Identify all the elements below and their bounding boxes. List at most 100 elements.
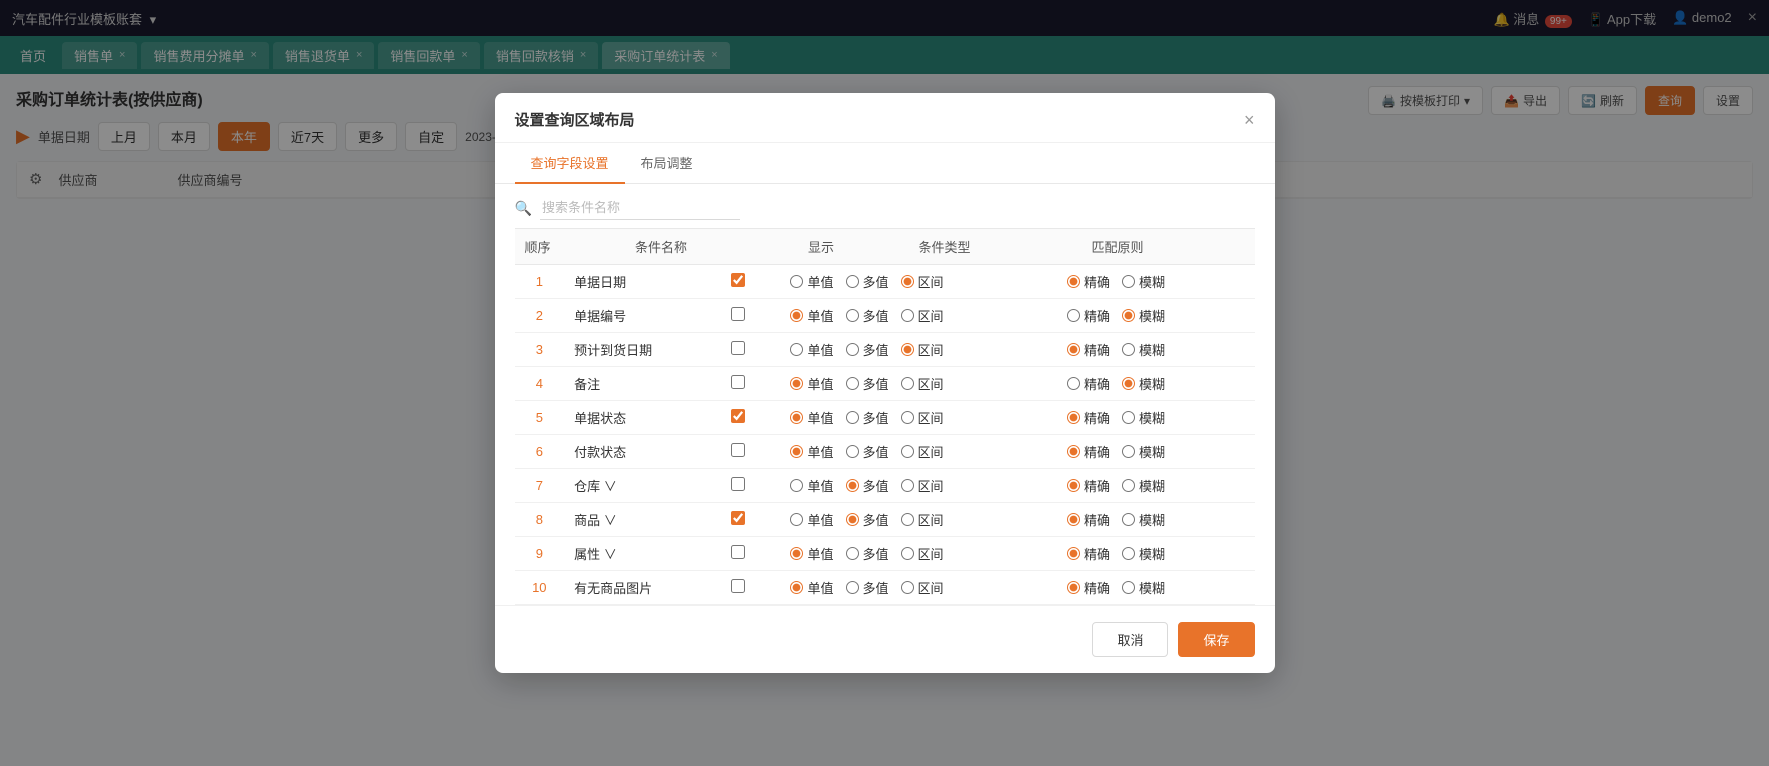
type-multi[interactable]: 多值	[846, 578, 889, 597]
match-fuzzy[interactable]: 模糊	[1122, 578, 1165, 597]
row-name: 有无商品图片	[564, 571, 721, 605]
display-checkbox[interactable]	[731, 273, 745, 287]
type-range[interactable]: 区间	[901, 544, 944, 563]
row-display[interactable]	[721, 537, 780, 571]
type-single[interactable]: 单值	[790, 510, 833, 529]
match-fuzzy[interactable]: 模糊	[1122, 476, 1165, 495]
display-checkbox[interactable]	[731, 409, 745, 423]
match-exact[interactable]: 精确	[1067, 510, 1110, 529]
match-fuzzy[interactable]: 模糊	[1122, 510, 1165, 529]
match-exact[interactable]: 精确	[1067, 442, 1110, 461]
type-range[interactable]: 区间	[901, 374, 944, 393]
row-display[interactable]	[721, 435, 780, 469]
modal-header: 设置查询区域布局 ×	[495, 93, 1275, 143]
row-display[interactable]	[721, 503, 780, 537]
type-single[interactable]: 单值	[790, 476, 833, 495]
save-button[interactable]: 保存	[1178, 622, 1254, 657]
type-range[interactable]: 区间	[901, 272, 944, 291]
table-row: 1 单据日期 单值 多值 区间	[515, 265, 1255, 299]
display-checkbox[interactable]	[731, 341, 745, 355]
row-display[interactable]	[721, 401, 780, 435]
match-exact[interactable]: 精确	[1067, 272, 1110, 291]
match-exact[interactable]: 精确	[1067, 374, 1110, 393]
type-range[interactable]: 区间	[901, 306, 944, 325]
row-display[interactable]	[721, 571, 780, 605]
display-checkbox[interactable]	[731, 307, 745, 321]
row-match: 精确 模糊	[1057, 537, 1254, 571]
display-checkbox[interactable]	[731, 579, 745, 593]
match-fuzzy[interactable]: 模糊	[1122, 544, 1165, 563]
row-display[interactable]	[721, 605, 780, 606]
field-table-scroll[interactable]: 1 单据日期 单值 多值 区间	[515, 265, 1255, 605]
row-display[interactable]	[721, 367, 780, 401]
row-match: 精确 模糊	[1057, 605, 1254, 606]
display-checkbox[interactable]	[731, 375, 745, 389]
match-exact[interactable]: 精确	[1067, 408, 1110, 427]
match-exact[interactable]: 精确	[1067, 544, 1110, 563]
type-single[interactable]: 单值	[790, 442, 833, 461]
type-multi[interactable]: 多值	[846, 340, 889, 359]
type-multi[interactable]: 多值	[846, 306, 889, 325]
modal-tab-fields[interactable]: 查询字段设置	[515, 143, 625, 184]
cancel-button[interactable]: 取消	[1092, 622, 1168, 657]
type-multi[interactable]: 多值	[846, 442, 889, 461]
type-multi[interactable]: 多值	[846, 374, 889, 393]
row-name: 来源单据日期	[564, 605, 721, 606]
row-match: 精确 模糊	[1057, 265, 1254, 299]
row-name: 付款状态	[564, 435, 721, 469]
type-single[interactable]: 单值	[790, 408, 833, 427]
type-single[interactable]: 单值	[790, 272, 833, 291]
type-single[interactable]: 单值	[790, 578, 833, 597]
match-exact[interactable]: 精确	[1067, 340, 1110, 359]
modal-body: 顺序 条件名称 显示 条件类型 匹配原则	[495, 228, 1275, 605]
type-single[interactable]: 单值	[790, 374, 833, 393]
display-checkbox[interactable]	[731, 511, 745, 525]
row-type: 单值 多值 区间	[780, 299, 1057, 333]
type-range[interactable]: 区间	[901, 578, 944, 597]
display-checkbox[interactable]	[731, 443, 745, 457]
modal-close-button[interactable]: ×	[1244, 111, 1255, 129]
row-name: 仓库 ∨	[564, 469, 721, 503]
row-type: 单值 多值 区间	[780, 435, 1057, 469]
row-order: 2	[515, 299, 565, 333]
search-input[interactable]	[540, 196, 740, 220]
row-display[interactable]	[721, 333, 780, 367]
row-display[interactable]	[721, 469, 780, 503]
modal-title: 设置查询区域布局	[515, 109, 635, 130]
match-exact[interactable]: 精确	[1067, 306, 1110, 325]
row-match: 精确 模糊	[1057, 367, 1254, 401]
match-fuzzy[interactable]: 模糊	[1122, 340, 1165, 359]
type-multi[interactable]: 多值	[846, 544, 889, 563]
match-exact[interactable]: 精确	[1067, 578, 1110, 597]
type-single[interactable]: 单值	[790, 340, 833, 359]
row-match: 精确 模糊	[1057, 299, 1254, 333]
match-fuzzy[interactable]: 模糊	[1122, 272, 1165, 291]
modal-tab-layout[interactable]: 布局调整	[625, 143, 709, 184]
match-fuzzy[interactable]: 模糊	[1122, 408, 1165, 427]
table-row: 8 商品 ∨ 单值 多值 区间	[515, 503, 1255, 537]
col-order: 顺序	[515, 229, 626, 265]
type-range[interactable]: 区间	[901, 510, 944, 529]
col-name: 条件名称	[625, 229, 798, 265]
type-range[interactable]: 区间	[901, 408, 944, 427]
type-multi[interactable]: 多值	[846, 476, 889, 495]
display-checkbox[interactable]	[731, 545, 745, 559]
type-single[interactable]: 单值	[790, 544, 833, 563]
row-display[interactable]	[721, 265, 780, 299]
type-range[interactable]: 区间	[901, 340, 944, 359]
match-fuzzy[interactable]: 模糊	[1122, 306, 1165, 325]
type-multi[interactable]: 多值	[846, 408, 889, 427]
row-match: 精确 模糊	[1057, 435, 1254, 469]
row-name: 单据日期	[564, 265, 721, 299]
display-checkbox[interactable]	[731, 477, 745, 491]
type-multi[interactable]: 多值	[846, 510, 889, 529]
type-multi[interactable]: 多值	[846, 272, 889, 291]
type-range[interactable]: 区间	[901, 476, 944, 495]
match-fuzzy[interactable]: 模糊	[1122, 374, 1165, 393]
row-display[interactable]	[721, 299, 780, 333]
match-fuzzy[interactable]: 模糊	[1122, 442, 1165, 461]
row-name: 单据编号	[564, 299, 721, 333]
type-single[interactable]: 单值	[790, 306, 833, 325]
type-range[interactable]: 区间	[901, 442, 944, 461]
match-exact[interactable]: 精确	[1067, 476, 1110, 495]
